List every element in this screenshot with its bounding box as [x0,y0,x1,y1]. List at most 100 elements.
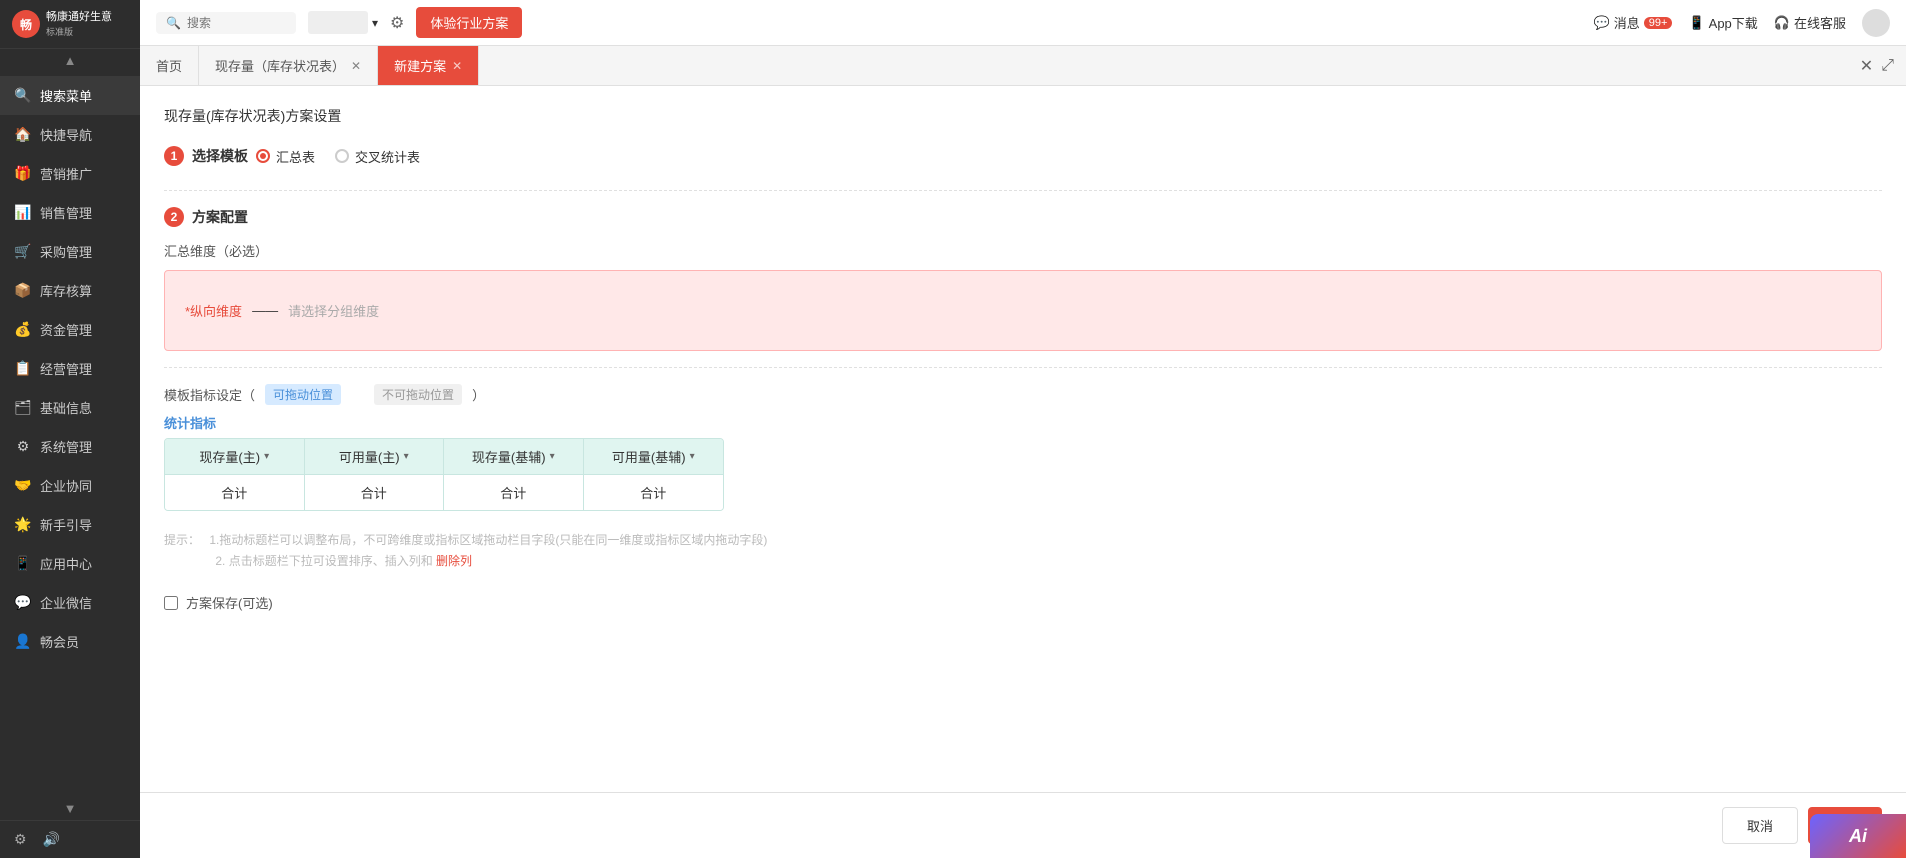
save-option: 方案保存(可选) [164,593,1882,612]
sidebar-item-sales[interactable]: 📊 销售管理 [0,193,140,232]
save-checkbox[interactable] [164,596,178,610]
sidebar-item-purchase[interactable]: 🛒 采购管理 [0,232,140,271]
sidebar-item-newbie[interactable]: 🌟 新手引导 [0,505,140,544]
star-icon: 🌟 [14,516,32,534]
sidebar-item-basic[interactable]: 🗂 基础信息 [0,388,140,427]
stats-col1-label: 现存量(主) [199,447,260,466]
sidebar-item-label: 企业协同 [40,476,92,495]
footer-settings-icon[interactable]: ⚙ [14,831,27,848]
tab-new-plan-close-icon[interactable]: ✕ [452,59,462,73]
wechat-icon: 💬 [14,594,32,612]
tabbar: 首页 现存量（库存状况表） ✕ 新建方案 ✕ ✕ ⤢ [140,46,1906,86]
dimension-warning-box: *纵向维度 —— 请选择分组维度 [164,270,1882,351]
sidebar-item-system[interactable]: ⚙ 系统管理 [0,427,140,466]
step1-number: 1 [164,146,184,166]
gift-icon: 🎁 [14,165,32,183]
cancel-button[interactable]: 取消 [1722,807,1798,844]
chevron-down-icon: ▾ [372,16,378,30]
topbar: 🔍 ▾ ⚙ 体验行业方案 💬 消息 99+ 📱 App下载 🎧 在 [140,0,1906,46]
tab-expand-icon[interactable]: ⤢ [1877,57,1898,75]
stats-col4-header[interactable]: 可用量(基辅) ▾ [584,439,724,474]
sidebar-item-label: 基础信息 [40,398,92,417]
logo-text-block: 畅康通好生意 标准版 [46,10,112,37]
step2-header: 2 方案配置 [164,207,1882,227]
non-draggable-tag: 不可拖动位置 [374,384,462,405]
experience-btn[interactable]: 体验行业方案 [416,7,522,38]
radio-cross[interactable]: 交叉统计表 [335,147,420,166]
sidebar-item-marketing[interactable]: 🎁 营销推广 [0,154,140,193]
warning-placeholder: 请选择分组维度 [288,301,379,320]
box-icon: 📦 [14,282,32,300]
sidebar-item-apps[interactable]: 📱 应用中心 [0,544,140,583]
chart-icon: 📊 [14,204,32,222]
mobile-icon: 📱 [14,555,32,573]
warning-content: *纵向维度 —— 请选择分组维度 [185,301,1861,320]
cart-icon: 🛒 [14,243,32,261]
search-icon: 🔍 [14,87,32,105]
online-service-btn[interactable]: 🎧 在线客服 [1774,13,1846,32]
sidebar-item-enterprise[interactable]: 🤝 企业协同 [0,466,140,505]
tab-close-panel-icon[interactable]: ✕ [1856,56,1877,76]
logo-icon: 畅 [12,10,40,38]
sidebar-item-member[interactable]: 👤 畅会员 [0,622,140,661]
tip1: 提示： 1.拖动标题栏可以调整布局，不可跨维度或指标区域拖动栏目字段(只能在同一… [164,531,1882,548]
sidebar-item-label: 新手引导 [40,515,92,534]
save-label: 方案保存(可选) [186,593,273,612]
sidebar-item-wechat[interactable]: 💬 企业微信 [0,583,140,622]
sidebar-item-finance[interactable]: 💰 资金管理 [0,310,140,349]
radio-summary[interactable]: 汇总表 [256,147,315,166]
topbar-module-dropdown[interactable]: ▾ [308,11,378,34]
topbar-gear-icon[interactable]: ⚙ [390,13,404,33]
tip2-prefix-text: 2. 点击标题栏下拉可设置排序、插入列和 [215,554,432,568]
sidebar-item-inventory[interactable]: 📦 库存核算 [0,271,140,310]
sidebar-item-search[interactable]: 🔍 搜索菜单 [0,76,140,115]
sidebar-item-quick-nav[interactable]: 🏠 快捷导航 [0,115,140,154]
download-icon: 📱 [1688,15,1704,31]
footer-audio-icon[interactable]: 🔊 [43,831,60,848]
sidebar-item-label: 畅会员 [40,632,79,651]
indicators-label: 模板指标设定（ 可拖动位置 不可拖动位置 ） [164,384,1882,405]
user-avatar[interactable] [1862,9,1890,37]
app-logo: 畅 畅康通好生意 标准版 [0,0,140,49]
step2-number: 2 [164,207,184,227]
app-name: 畅康通好生意 [46,10,112,24]
tab-new-plan[interactable]: 新建方案 ✕ [378,46,479,85]
stats-col1-header[interactable]: 现存量(主) ▾ [165,439,305,474]
step1-section: 1 选择模板 汇总表 交叉统计表 [164,146,1882,166]
messages-label: 消息 [1614,13,1640,32]
stats-col3-header[interactable]: 现存量(基辅) ▾ [444,439,584,474]
sidebar-item-label: 快捷导航 [40,125,92,144]
gear-icon: ⚙ [14,438,32,456]
non-draggable-tag-text: 不可拖动位置 [382,386,454,403]
sidebar-item-operations[interactable]: 📋 经营管理 [0,349,140,388]
scroll-down-arrow[interactable]: ▼ [0,797,140,820]
stats-col2-header[interactable]: 可用量(主) ▾ [305,439,445,474]
content-area: 现存量(库存状况表)方案设置 1 选择模板 汇总表 交叉统计表 [140,86,1906,792]
messages-btn[interactable]: 💬 消息 99+ [1594,13,1673,32]
step1-divider [164,190,1882,191]
scroll-up-arrow[interactable]: ▲ [0,49,140,72]
stats-col2-chevron: ▾ [404,451,409,462]
bottom-bar: 取消 查询 [140,792,1906,858]
tab-home[interactable]: 首页 [140,46,199,85]
topbar-search-icon: 🔍 [166,16,181,30]
stats-col2-cell: 合计 [305,475,445,510]
stats-table-data-row: 合计 合计 合计 合计 [165,474,723,510]
tab-inventory-close-icon[interactable]: ✕ [351,59,361,73]
app-download-btn[interactable]: 📱 App下载 [1688,13,1757,32]
warning-required-text: *纵向维度 [185,301,242,320]
step1-header: 1 选择模板 汇总表 交叉统计表 [164,146,1882,166]
tip2-link[interactable]: 删除列 [436,554,472,568]
sidebar-item-label: 应用中心 [40,554,92,573]
ai-badge[interactable]: Ai [1810,814,1906,858]
home-icon: 🏠 [14,126,32,144]
topbar-search-input[interactable] [187,16,277,30]
tab-inventory-status[interactable]: 现存量（库存状况表） ✕ [199,46,378,85]
indicators-label-suffix: ） [472,385,485,404]
message-icon: 💬 [1594,15,1610,31]
sidebar-item-label: 营销推广 [40,164,92,183]
folder-icon: 🗂 [14,399,32,417]
warning-dash: —— [252,303,278,318]
tips-prefix: 提示： [164,533,206,547]
stats-col1-cell: 合计 [165,475,305,510]
